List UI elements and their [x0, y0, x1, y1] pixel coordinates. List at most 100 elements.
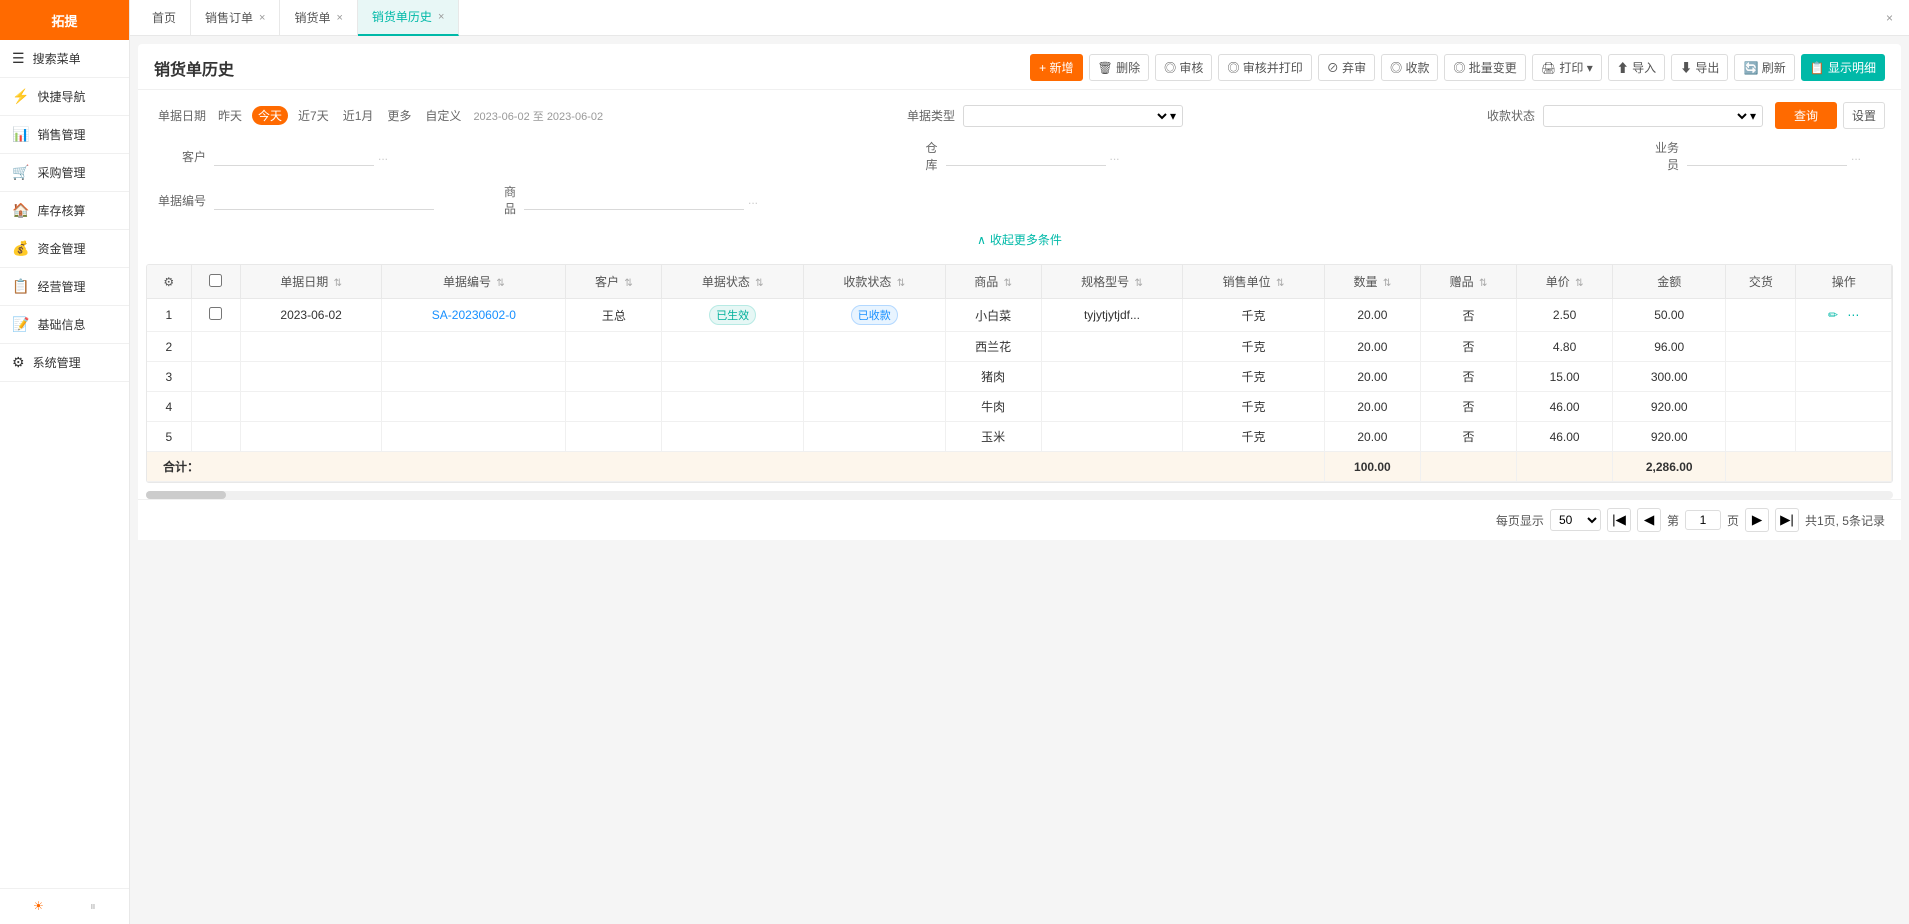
row-checkbox[interactable] — [209, 307, 222, 320]
tab-close-icon[interactable]: × — [336, 12, 342, 24]
salesperson-label: 业务员 — [1647, 139, 1687, 173]
audit-print-button[interactable]: ◎ 审核并打印 — [1218, 54, 1311, 81]
payment-status-dropdown[interactable] — [1550, 108, 1750, 124]
sort-icon: ⇅ — [496, 278, 504, 289]
prev-page-button[interactable]: ◀ — [1637, 508, 1661, 532]
col-spec[interactable]: 规格型号 ⇅ — [1041, 265, 1183, 299]
sidebar-bottom-icon2[interactable]: ⏸ — [90, 899, 96, 914]
date-today[interactable]: 今天 — [252, 106, 288, 125]
dropdown-icon: ▾ — [1170, 109, 1176, 123]
batch-change-button[interactable]: ◎ 批量变更 — [1444, 54, 1525, 81]
date-label: 单据日期 — [154, 107, 214, 124]
content-area: 销货单历史 + 新增 🗑 删除 ◎ 审核 ◎ 审核并打印 ⊘ 弃审 ◎ 收款 ◎… — [130, 36, 1909, 924]
first-page-button[interactable]: |◀ — [1607, 508, 1631, 532]
sidebar-item-purchase-mgmt[interactable]: 🛒 采购管理 — [0, 154, 129, 192]
tab-home[interactable]: 首页 — [138, 0, 191, 36]
col-payment-status[interactable]: 收款状态 ⇅ — [803, 265, 945, 299]
new-button[interactable]: + 新增 — [1030, 54, 1082, 81]
refresh-button[interactable]: 🔄 刷新 — [1734, 54, 1794, 81]
warehouse-dots[interactable]: ... — [1110, 149, 1120, 163]
delete-button[interactable]: 🗑 删除 — [1089, 54, 1150, 81]
next-page-button[interactable]: ▶ — [1745, 508, 1769, 532]
cell-doc-date — [240, 392, 382, 422]
warehouse-input[interactable] — [946, 147, 1106, 166]
date-more[interactable]: 更多 — [383, 106, 415, 125]
settings-button[interactable]: 设置 — [1843, 102, 1885, 129]
horizontal-scrollbar[interactable] — [146, 491, 1893, 499]
ops-mgmt-icon: 📋 — [12, 278, 29, 295]
goods-input[interactable] — [524, 191, 744, 210]
col-gift[interactable]: 赠品 ⇅ — [1420, 265, 1516, 299]
col-doc-no[interactable]: 单据编号 ⇅ — [382, 265, 566, 299]
sidebar-item-basic-info[interactable]: 📝 基础信息 — [0, 306, 129, 344]
audit-button[interactable]: ◎ 审核 — [1155, 54, 1212, 81]
sys-mgmt-icon: ⚙ — [12, 354, 25, 371]
query-button[interactable]: 查询 — [1775, 102, 1837, 129]
col-customer[interactable]: 客户 ⇅ — [566, 265, 662, 299]
sidebar-bottom-icon1[interactable]: ☀ — [33, 899, 44, 914]
cell-goods: 玉米 — [945, 422, 1041, 452]
more-button[interactable]: ⋯ — [1847, 308, 1859, 322]
sort-icon: ⇅ — [1575, 278, 1583, 289]
tab-close-icon[interactable]: × — [259, 12, 265, 24]
print-button[interactable]: 🖨 打印 ▾ — [1532, 54, 1602, 81]
sidebar-item-quick-nav[interactable]: ⚡ 快捷导航 — [0, 78, 129, 116]
tab-sales-goods[interactable]: 销货单 × — [280, 0, 357, 36]
edit-button[interactable]: ✏ — [1828, 308, 1838, 322]
export-button[interactable]: ⬇ 导出 — [1671, 54, 1728, 81]
date-7days[interactable]: 近7天 — [294, 106, 333, 125]
col-qty[interactable]: 数量 ⇅ — [1324, 265, 1420, 299]
per-page-select[interactable]: 50 100 200 — [1550, 509, 1601, 531]
col-action: 操作 — [1796, 265, 1892, 299]
cell-checkbox[interactable] — [191, 392, 240, 422]
sidebar: 拓提 ☰ 搜索菜单 ⚡ 快捷导航 📊 销售管理 🛒 采购管理 🏠 库存核算 💰 … — [0, 0, 130, 924]
select-all-checkbox[interactable] — [209, 274, 222, 287]
tab-bar: 首页 销售订单 × 销货单 × 销货单历史 × × — [130, 0, 1909, 36]
cell-checkbox[interactable] — [191, 332, 240, 362]
scrollbar-thumb[interactable] — [146, 491, 226, 499]
sidebar-item-sales-mgmt[interactable]: 📊 销售管理 — [0, 116, 129, 154]
cell-qty: 20.00 — [1324, 332, 1420, 362]
last-page-button[interactable]: ▶| — [1775, 508, 1799, 532]
sidebar-item-ops-mgmt[interactable]: 📋 经营管理 — [0, 268, 129, 306]
col-settings[interactable]: ⚙ — [147, 265, 191, 299]
date-custom[interactable]: 自定义 — [421, 106, 465, 125]
import-button[interactable]: ⬆ 导入 — [1608, 54, 1665, 81]
customer-dots[interactable]: ... — [378, 149, 388, 163]
date-yesterday[interactable]: 昨天 — [214, 106, 246, 125]
sidebar-item-finance-mgmt[interactable]: 💰 资金管理 — [0, 230, 129, 268]
col-doc-date[interactable]: 单据日期 ⇅ — [240, 265, 382, 299]
search-menu-icon: ☰ — [12, 50, 25, 67]
goods-dots[interactable]: ... — [748, 193, 758, 207]
date-1month[interactable]: 近1月 — [339, 106, 378, 125]
cell-checkbox[interactable] — [191, 299, 240, 332]
close-all-tabs[interactable]: × — [1878, 11, 1901, 25]
tab-close-icon[interactable]: × — [438, 11, 444, 23]
col-checkbox[interactable] — [191, 265, 240, 299]
show-detail-button[interactable]: 📋 显示明细 — [1801, 54, 1885, 81]
doc-no-input[interactable] — [214, 191, 434, 210]
col-doc-status[interactable]: 单据状态 ⇅ — [662, 265, 804, 299]
col-price[interactable]: 单价 ⇅ — [1517, 265, 1613, 299]
payment-status-select[interactable]: ▾ — [1543, 105, 1763, 127]
doc-type-select[interactable]: ▾ — [963, 105, 1183, 127]
col-goods[interactable]: 商品 ⇅ — [945, 265, 1041, 299]
salesperson-dots[interactable]: ... — [1851, 149, 1861, 163]
sidebar-item-label: 库存核算 — [37, 202, 85, 219]
abandon-button[interactable]: ⊘ 弃审 — [1318, 54, 1375, 81]
customer-input[interactable] — [214, 147, 374, 166]
collapse-button[interactable]: ∧ 收起更多条件 — [977, 231, 1062, 248]
page-number-input[interactable] — [1685, 510, 1721, 530]
cell-checkbox[interactable] — [191, 362, 240, 392]
tab-sales-order[interactable]: 销售订单 × — [191, 0, 280, 36]
doc-type-dropdown[interactable] — [970, 108, 1170, 124]
receive-button[interactable]: ◎ 收款 — [1381, 54, 1438, 81]
sidebar-item-search-menu[interactable]: ☰ 搜索菜单 — [0, 40, 129, 78]
salesperson-input[interactable] — [1687, 147, 1847, 166]
col-unit[interactable]: 销售单位 ⇅ — [1183, 265, 1325, 299]
cell-customer — [566, 362, 662, 392]
cell-checkbox[interactable] — [191, 422, 240, 452]
sidebar-item-sys-mgmt[interactable]: ⚙ 系统管理 — [0, 344, 129, 382]
sidebar-item-inventory-calc[interactable]: 🏠 库存核算 — [0, 192, 129, 230]
tab-sales-history[interactable]: 销货单历史 × — [358, 0, 459, 36]
